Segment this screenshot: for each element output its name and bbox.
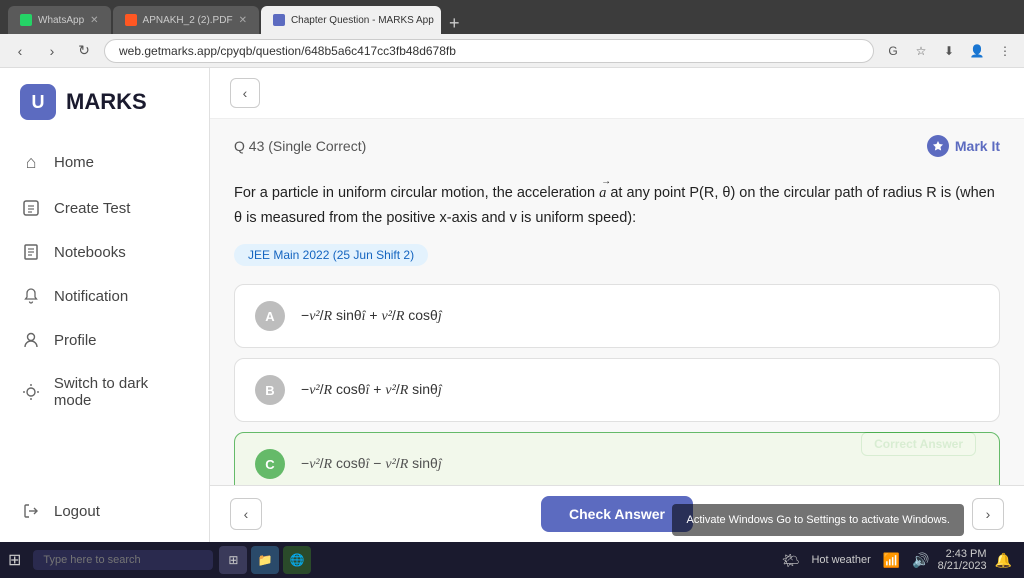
tab-marks-close[interactable]: ✕ bbox=[440, 15, 441, 26]
option-c[interactable]: C −v²/R cosθî − v²/R sinθĵ bbox=[234, 432, 1000, 485]
logo-icon: U bbox=[20, 84, 56, 120]
taskbar-hot-weather-label: Hot weather bbox=[807, 552, 874, 568]
taskbar-app-files[interactable]: 📁 bbox=[251, 546, 279, 574]
next-question-button[interactable]: › bbox=[972, 498, 1004, 530]
tab-marks-label: Chapter Question - MARKS App bbox=[291, 15, 434, 26]
prev-question-button[interactable]: ‹ bbox=[230, 498, 262, 530]
profile-nav-icon bbox=[20, 331, 42, 349]
main-content: ‹ Q 43 (Single Correct) Mark It For a pa… bbox=[210, 68, 1024, 542]
taskbar-network-icon: 📶 bbox=[879, 550, 904, 571]
sidebar: U MARKS ⌂ Home Create Test bbox=[0, 68, 210, 542]
extensions-button[interactable]: G bbox=[882, 40, 904, 62]
option-b-label: B bbox=[255, 375, 285, 405]
bottom-nav: ‹ Check Answer › bbox=[210, 485, 1024, 542]
question-meta-row: Q 43 (Single Correct) Mark It bbox=[234, 135, 1000, 157]
taskbar-app-chrome[interactable]: 🌐 bbox=[283, 546, 311, 574]
check-answer-button[interactable]: Check Answer bbox=[541, 496, 693, 532]
sidebar-item-notebooks-label: Notebooks bbox=[54, 244, 126, 261]
mark-it-label: Mark It bbox=[955, 138, 1000, 154]
download-button[interactable]: ⬇ bbox=[938, 40, 960, 62]
question-text-part1: For a particle in uniform circular motio… bbox=[234, 185, 599, 201]
taskbar: ⊞ ⊞ 📁 🌐 🌤 Hot weather 📶 🔊 2:43 PM 8/21/2… bbox=[0, 542, 1024, 578]
logo-text: MARKS bbox=[66, 89, 147, 115]
forward-button[interactable]: › bbox=[40, 39, 64, 63]
sidebar-item-home[interactable]: ⌂ Home bbox=[0, 140, 209, 185]
address-input[interactable] bbox=[104, 39, 874, 63]
whatsapp-favicon bbox=[20, 14, 32, 26]
sidebar-item-home-label: Home bbox=[54, 154, 94, 171]
option-a-text: −v²/R sinθî + v²/R cosθĵ bbox=[301, 307, 442, 325]
sidebar-nav: ⌂ Home Create Test bbox=[0, 140, 209, 490]
tab-whatsapp[interactable]: WhatsApp ✕ bbox=[8, 6, 111, 34]
browser-toolbar-icons: G ☆ ⬇ 👤 ⋮ bbox=[882, 40, 1016, 62]
home-icon: ⌂ bbox=[20, 152, 42, 173]
notebooks-icon bbox=[20, 243, 42, 261]
logo-letter: U bbox=[32, 92, 45, 113]
question-text: For a particle in uniform circular motio… bbox=[234, 173, 1000, 230]
windows-start-icon[interactable]: ⊞ bbox=[8, 550, 21, 570]
sidebar-item-dark-mode[interactable]: Switch to dark mode bbox=[0, 363, 209, 421]
back-button[interactable]: ‹ bbox=[8, 39, 32, 63]
taskbar-search-input[interactable] bbox=[33, 550, 213, 570]
dark-mode-icon bbox=[20, 383, 42, 401]
sidebar-item-logout[interactable]: Logout bbox=[0, 490, 209, 532]
content-back-button[interactable]: ‹ bbox=[230, 78, 260, 108]
options-list: A −v²/R sinθî + v²/R cosθĵ B −v²/R cosθî… bbox=[234, 284, 1000, 485]
tab-pdf-label: APNAKH_2 (2).PDF bbox=[143, 15, 233, 26]
sidebar-item-create-test-label: Create Test bbox=[54, 200, 130, 217]
create-test-icon bbox=[20, 199, 42, 217]
option-c-text: −v²/R cosθî − v²/R sinθĵ bbox=[301, 455, 442, 473]
option-b-text: −v²/R cosθî + v²/R sinθĵ bbox=[301, 381, 442, 399]
taskbar-notification-icon[interactable]: 🔔 bbox=[991, 550, 1016, 571]
taskbar-weather-icon: 🌤 bbox=[778, 550, 804, 571]
option-a[interactable]: A −v²/R sinθî + v²/R cosθĵ bbox=[234, 284, 1000, 348]
bookmark-button[interactable]: ☆ bbox=[910, 40, 932, 62]
taskbar-sound-icon: 🔊 bbox=[908, 550, 933, 571]
sidebar-item-profile[interactable]: Profile bbox=[0, 319, 209, 361]
sidebar-item-notification[interactable]: Notification bbox=[0, 275, 209, 317]
option-a-label: A bbox=[255, 301, 285, 331]
sidebar-item-notebooks[interactable]: Notebooks bbox=[0, 231, 209, 273]
sidebar-logo: U MARKS bbox=[0, 84, 209, 140]
taskbar-system-icons: 🌤 Hot weather 📶 🔊 2:43 PM 8/21/2023 🔔 bbox=[778, 548, 1016, 572]
menu-button[interactable]: ⋮ bbox=[994, 40, 1016, 62]
taskbar-app-task-manager[interactable]: ⊞ bbox=[219, 546, 247, 574]
tab-marks[interactable]: Chapter Question - MARKS App ✕ bbox=[261, 6, 441, 34]
sidebar-item-create-test[interactable]: Create Test bbox=[0, 187, 209, 229]
refresh-button[interactable]: ↻ bbox=[72, 39, 96, 63]
profile-button[interactable]: 👤 bbox=[966, 40, 988, 62]
pdf-favicon bbox=[125, 14, 137, 26]
option-c-wrapper: Correct Answer C −v²/R cosθî − v²/R sinθ… bbox=[234, 432, 1000, 485]
mark-it-button[interactable]: Mark It bbox=[927, 135, 1000, 157]
tab-pdf-close[interactable]: ✕ bbox=[239, 15, 247, 26]
question-number: Q 43 (Single Correct) bbox=[234, 138, 366, 154]
mark-it-icon bbox=[927, 135, 949, 157]
sidebar-item-notification-label: Notification bbox=[54, 288, 128, 305]
marks-favicon bbox=[273, 14, 285, 26]
tab-whatsapp-close[interactable]: ✕ bbox=[90, 15, 98, 26]
taskbar-time: 2:43 PM bbox=[938, 548, 987, 560]
notification-icon bbox=[20, 287, 42, 305]
taskbar-app-icons: ⊞ 📁 🌐 bbox=[219, 546, 311, 574]
sidebar-item-profile-label: Profile bbox=[54, 332, 97, 349]
content-header: ‹ bbox=[210, 68, 1024, 119]
browser-tab-bar: WhatsApp ✕ APNAKH_2 (2).PDF ✕ Chapter Qu… bbox=[0, 0, 1024, 34]
address-bar-row: ‹ › ↻ G ☆ ⬇ 👤 ⋮ bbox=[0, 34, 1024, 68]
logout-label: Logout bbox=[54, 503, 100, 520]
logout-icon bbox=[20, 502, 42, 520]
new-tab-button[interactable]: + bbox=[443, 13, 466, 34]
option-b[interactable]: B −v²/R cosθî + v²/R sinθĵ bbox=[234, 358, 1000, 422]
option-c-label: C bbox=[255, 449, 285, 479]
tag-badge: JEE Main 2022 (25 Jun Shift 2) bbox=[234, 244, 428, 266]
tab-pdf[interactable]: APNAKH_2 (2).PDF ✕ bbox=[113, 6, 259, 34]
tab-whatsapp-label: WhatsApp bbox=[38, 15, 84, 26]
taskbar-date: 8/21/2023 bbox=[938, 560, 987, 572]
acceleration-vector: → a bbox=[599, 173, 606, 206]
app-container: U MARKS ⌂ Home Create Test bbox=[0, 68, 1024, 542]
tab-list: WhatsApp ✕ APNAKH_2 (2).PDF ✕ Chapter Qu… bbox=[8, 0, 465, 34]
taskbar-time-display: 2:43 PM 8/21/2023 bbox=[938, 548, 987, 572]
question-area: Q 43 (Single Correct) Mark It For a part… bbox=[210, 119, 1024, 485]
sidebar-item-dark-mode-label: Switch to dark mode bbox=[54, 375, 189, 409]
